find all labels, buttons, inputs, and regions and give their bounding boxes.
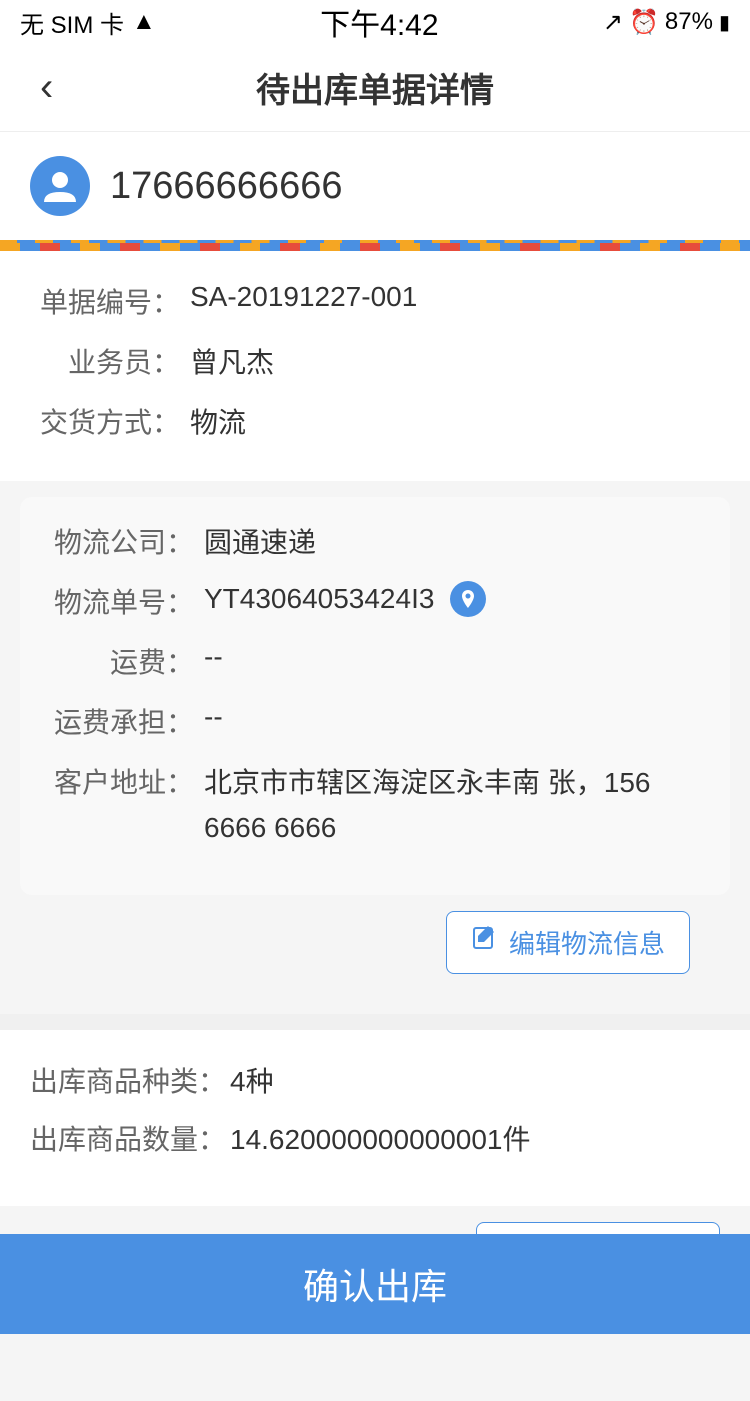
battery-icon: ▮ <box>719 10 730 35</box>
order-number-value: SA-20191227-001 <box>190 281 720 313</box>
status-time: 下午4:42 <box>320 0 438 44</box>
order-info-section: 单据编号： SA-20191227-001 业务员： 曾凡杰 交货方式： 物流 <box>0 251 750 481</box>
address-value: 北京市市辖区海淀区永丰南 张，156 6666 6666 <box>204 761 706 851</box>
confirm-stockout-button[interactable]: 确认出库 <box>0 1234 750 1334</box>
logistics-company-label: 物流公司： <box>44 521 204 561</box>
sales-person-value: 曾凡杰 <box>190 341 720 381</box>
edit-logistics-label: 编辑物流信息 <box>509 924 665 961</box>
delivery-method-value: 物流 <box>190 401 720 441</box>
edit-logistics-row: 编辑物流信息 <box>0 911 750 1014</box>
page-title: 待出库单据详情 <box>256 63 494 112</box>
tracking-row: 物流单号： YT43064053424I3 <box>44 581 706 621</box>
stats-section: 出库商品种类： 4种 出库商品数量： 14.620000000000001件 <box>0 1030 750 1206</box>
wifi-icon: ▲ <box>132 8 156 36</box>
alarm-icon: ⏰ <box>629 8 659 37</box>
product-types-label: 出库商品种类： <box>30 1060 230 1100</box>
logistics-company-value: 圆通速递 <box>204 521 706 561</box>
confirm-stockout-label: 确认出库 <box>303 1258 447 1310</box>
status-bar: 无 SIM 卡 ▲ 下午4:42 ↗ ⏰ 87% ▮ <box>0 0 750 44</box>
freight-bearer-row: 运费承担： -- <box>44 701 706 741</box>
product-types-value: 4种 <box>230 1060 274 1100</box>
location-status-icon: ↗ <box>603 8 623 37</box>
logistics-company-row: 物流公司： 圆通速递 <box>44 521 706 561</box>
nav-bar: ‹ 待出库单据详情 <box>0 44 750 132</box>
freight-bearer-value: -- <box>204 701 706 733</box>
freight-label: 运费： <box>44 641 204 681</box>
edit-icon <box>471 925 499 960</box>
sales-person-row: 业务员： 曾凡杰 <box>30 341 720 381</box>
tracking-label: 物流单号： <box>44 581 204 621</box>
order-number-label: 单据编号： <box>30 281 190 321</box>
product-qty-value: 14.620000000000001件 <box>230 1118 531 1158</box>
avatar <box>30 156 90 216</box>
tracking-value: YT43064053424I3 <box>204 581 706 617</box>
sales-person-label: 业务员： <box>30 341 190 381</box>
freight-bearer-label: 运费承担： <box>44 701 204 741</box>
status-right: ↗ ⏰ 87% ▮ <box>603 8 730 37</box>
carrier-text: 无 SIM 卡 <box>20 5 124 40</box>
tracking-location-icon[interactable] <box>450 581 486 617</box>
customer-header: 17666666666 <box>0 132 750 243</box>
freight-row: 运费： -- <box>44 641 706 681</box>
delivery-method-row: 交货方式： 物流 <box>30 401 720 441</box>
back-button[interactable]: ‹ <box>30 55 63 120</box>
freight-value: -- <box>204 641 706 673</box>
logistics-card: 物流公司： 圆通速递 物流单号： YT43064053424I3 运费： -- … <box>20 497 730 895</box>
battery-text: 87% <box>665 8 713 36</box>
edit-logistics-button[interactable]: 编辑物流信息 <box>446 911 690 974</box>
dashed-separator <box>0 243 750 251</box>
product-qty-label: 出库商品数量： <box>30 1118 230 1158</box>
customer-phone: 17666666666 <box>110 165 342 208</box>
address-label: 客户地址： <box>44 761 204 801</box>
status-left: 无 SIM 卡 ▲ <box>20 5 156 40</box>
product-qty-row: 出库商品数量： 14.620000000000001件 <box>30 1118 720 1158</box>
delivery-method-label: 交货方式： <box>30 401 190 441</box>
section-divider <box>0 1014 750 1030</box>
order-number-row: 单据编号： SA-20191227-001 <box>30 281 720 321</box>
address-row: 客户地址： 北京市市辖区海淀区永丰南 张，156 6666 6666 <box>44 761 706 851</box>
product-types-row: 出库商品种类： 4种 <box>30 1060 720 1100</box>
